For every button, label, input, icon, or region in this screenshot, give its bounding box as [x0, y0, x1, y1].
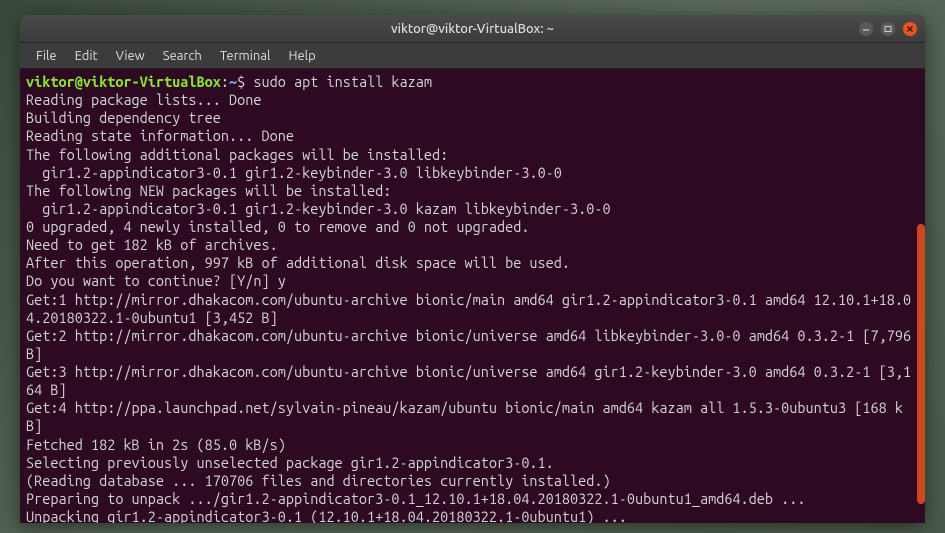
output-line: Fetched 182 kB in 2s (85.0 kB/s)	[26, 436, 919, 454]
menu-terminal[interactable]: Terminal	[212, 46, 279, 66]
output-line: gir1.2-appindicator3-0.1 gir1.2-keybinde…	[26, 164, 919, 182]
output-line: Need to get 182 kB of archives.	[26, 236, 919, 254]
menu-edit[interactable]: Edit	[67, 46, 106, 66]
close-icon	[906, 25, 914, 33]
output-line: After this operation, 997 kB of addition…	[26, 254, 919, 272]
output-line: Reading package lists... Done	[26, 91, 919, 109]
output-line: Do you want to continue? [Y/n] y	[26, 272, 919, 290]
close-button[interactable]	[903, 22, 917, 36]
minimize-icon	[862, 25, 870, 33]
maximize-icon	[884, 25, 892, 33]
menu-search[interactable]: Search	[155, 46, 210, 66]
output-line: Reading state information... Done	[26, 127, 919, 145]
maximize-button[interactable]	[881, 22, 895, 36]
window-title: viktor@viktor-VirtualBox: ~	[391, 22, 554, 36]
output-line: The following NEW packages will be insta…	[26, 182, 919, 200]
window-controls	[859, 22, 917, 36]
terminal-window: viktor@viktor-VirtualBox: ~ File Edit Vi…	[20, 15, 925, 523]
output-line: Preparing to unpack .../gir1.2-appindica…	[26, 490, 919, 508]
menu-view[interactable]: View	[108, 46, 153, 66]
terminal-body[interactable]: viktor@viktor-VirtualBox:~$ sudo apt ins…	[20, 69, 925, 523]
output-line: Selecting previously unselected package …	[26, 454, 919, 472]
output-line: gir1.2-appindicator3-0.1 gir1.2-keybinde…	[26, 200, 919, 218]
prompt-colon: :	[221, 73, 229, 90]
menu-help[interactable]: Help	[280, 46, 323, 66]
prompt-line: viktor@viktor-VirtualBox:~$ sudo apt ins…	[26, 73, 919, 91]
prompt-path: ~	[229, 73, 237, 90]
command-text: sudo apt install kazam	[253, 73, 432, 90]
output-line: Get:1 http://mirror.dhakacom.com/ubuntu-…	[26, 291, 919, 327]
minimize-button[interactable]	[859, 22, 873, 36]
output-line: Building dependency tree	[26, 109, 919, 127]
prompt-dollar: $	[237, 73, 253, 90]
scrollbar[interactable]	[917, 224, 925, 504]
prompt-user-host: viktor@viktor-VirtualBox	[26, 73, 221, 90]
menubar: File Edit View Search Terminal Help	[20, 43, 925, 69]
menu-file[interactable]: File	[28, 46, 65, 66]
output-line: (Reading database ... 170706 files and d…	[26, 472, 919, 490]
titlebar: viktor@viktor-VirtualBox: ~	[20, 15, 925, 43]
output-line: Get:3 http://mirror.dhakacom.com/ubuntu-…	[26, 363, 919, 399]
output-line: 0 upgraded, 4 newly installed, 0 to remo…	[26, 218, 919, 236]
output-line: The following additional packages will b…	[26, 146, 919, 164]
output-line: Unpacking gir1.2-appindicator3-0.1 (12.1…	[26, 508, 919, 523]
output-line: Get:4 http://ppa.launchpad.net/sylvain-p…	[26, 399, 919, 435]
output-line: Get:2 http://mirror.dhakacom.com/ubuntu-…	[26, 327, 919, 363]
